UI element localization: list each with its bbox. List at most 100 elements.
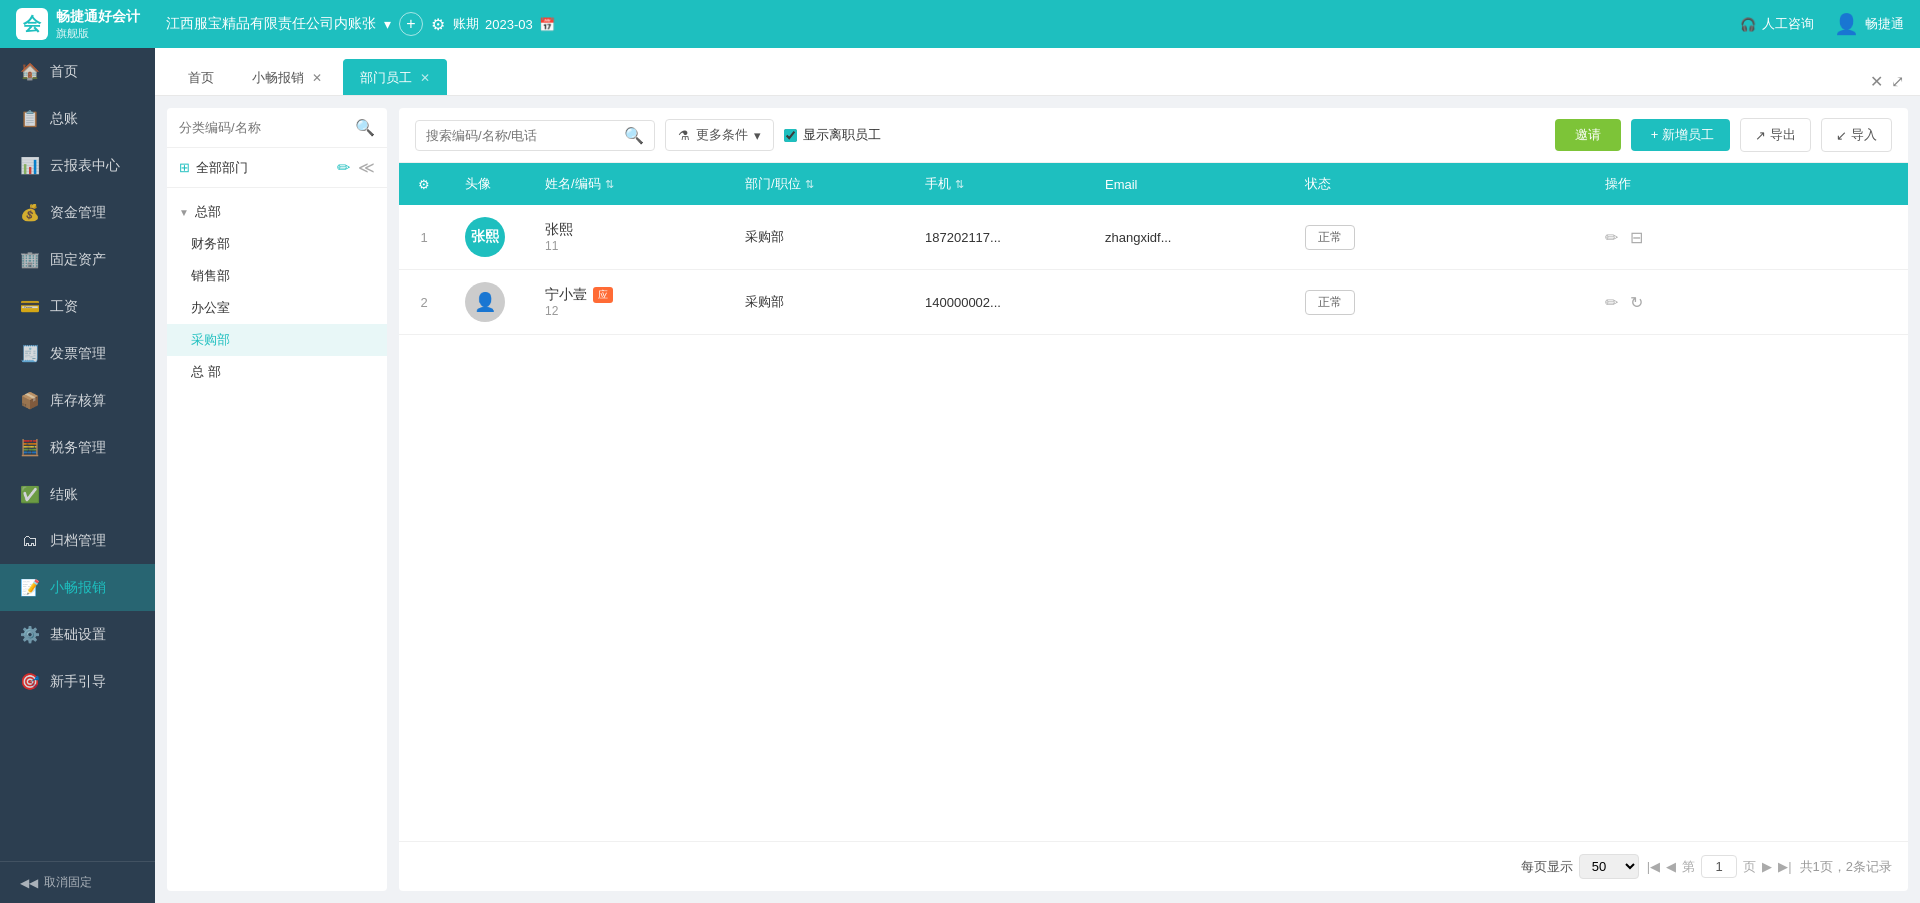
- next-page-icon[interactable]: ▶: [1762, 859, 1772, 874]
- sidebar-item-tax[interactable]: 🧮 税务管理: [0, 424, 155, 471]
- dept-item-headquarter[interactable]: ▼ 总部: [167, 196, 387, 228]
- company-name: 江西服宝精品有限责任公司内账张: [166, 15, 376, 33]
- last-page-icon[interactable]: ▶|: [1778, 859, 1791, 874]
- search-icon[interactable]: 🔍: [624, 126, 644, 145]
- import-icon: ↙: [1836, 128, 1847, 143]
- sidebar-item-archive[interactable]: 🗂 归档管理: [0, 518, 155, 564]
- page-total-label: 共1页，2条记录: [1800, 858, 1892, 876]
- tab-employees-label: 部门员工: [360, 69, 412, 87]
- email-cell-1: zhangxidf...: [1089, 205, 1289, 270]
- payroll-icon: 💳: [20, 297, 40, 316]
- calendar-icon[interactable]: 📅: [539, 17, 555, 32]
- sidebar-item-expense[interactable]: 📝 小畅报销: [0, 564, 155, 611]
- sidebar-label-inventory: 库存核算: [50, 392, 106, 410]
- sidebar-item-settings[interactable]: ⚙️ 基础设置: [0, 611, 155, 658]
- close-all-icon[interactable]: ✕: [1870, 72, 1883, 91]
- right-toolbar: 🔍 ⚗ 更多条件 ▾ 显示离职员工 邀请: [399, 108, 1908, 163]
- edit-dept-icon[interactable]: ✏: [337, 158, 350, 177]
- col-name-code[interactable]: 姓名/编码 ⇅: [529, 163, 729, 205]
- sidebar-item-closing[interactable]: ✅ 结账: [0, 471, 155, 518]
- employee-dept-1: 采购部: [745, 229, 784, 244]
- edit-employee-2-icon[interactable]: ✏: [1605, 293, 1618, 312]
- import-button[interactable]: ↙ 导入: [1821, 118, 1892, 152]
- tab-expense-close-icon[interactable]: ✕: [312, 71, 322, 85]
- export-button[interactable]: ↗ 导出: [1740, 118, 1811, 152]
- tab-employees-close-icon[interactable]: ✕: [420, 71, 430, 85]
- employee-email-1: zhangxidf...: [1105, 230, 1172, 245]
- logo-area: 会 畅捷通好会计 旗舰版: [16, 8, 166, 41]
- prev-page-icon[interactable]: ◀: [1666, 859, 1676, 874]
- row-num-2: 2: [399, 270, 449, 335]
- employee-badge-2: 应: [593, 287, 613, 303]
- reports-icon: 📊: [20, 156, 40, 175]
- col-settings[interactable]: ⚙: [399, 163, 449, 205]
- sidebar-item-ledger[interactable]: 📋 总账: [0, 95, 155, 142]
- show-resigned-checkbox[interactable]: [784, 129, 797, 142]
- employee-phone-2: 140000002...: [925, 295, 1001, 310]
- page-suffix-label: 页: [1743, 858, 1756, 876]
- tab-home[interactable]: 首页: [171, 59, 231, 95]
- sidebar-label-expense: 小畅报销: [50, 579, 106, 597]
- refresh-employee-2-icon[interactable]: ↻: [1630, 293, 1643, 312]
- col-phone[interactable]: 手机 ⇅: [909, 163, 1089, 205]
- right-panel: 🔍 ⚗ 更多条件 ▾ 显示离职员工 邀请: [399, 108, 1908, 891]
- tab-employees[interactable]: 部门员工 ✕: [343, 59, 447, 95]
- sidebar-item-payroll[interactable]: 💳 工资: [0, 283, 155, 330]
- tab-expense-label: 小畅报销: [252, 69, 304, 87]
- sidebar-label-home: 首页: [50, 63, 78, 81]
- employee-search-input[interactable]: [426, 128, 618, 143]
- dept-cell-1: 采购部: [729, 205, 909, 270]
- dept-item-sales-label: 销售部: [191, 267, 230, 285]
- dept-search-icon[interactable]: 🔍: [355, 118, 375, 137]
- sidebar-item-inventory[interactable]: 📦 库存核算: [0, 377, 155, 424]
- sidebar-item-invoice[interactable]: 🧾 发票管理: [0, 330, 155, 377]
- edit-employee-1-icon[interactable]: ✏: [1605, 228, 1618, 247]
- settings-icon[interactable]: ⚙: [431, 15, 445, 34]
- sidebar-item-funds[interactable]: 💰 资金管理: [0, 189, 155, 236]
- status-badge-1: 正常: [1305, 225, 1355, 250]
- sidebar-item-reports[interactable]: 📊 云报表中心: [0, 142, 155, 189]
- sidebar-label-closing: 结账: [50, 486, 78, 504]
- ai-consult-button[interactable]: 🎧 人工咨询: [1740, 15, 1814, 33]
- logout-employee-1-icon[interactable]: ⊟: [1630, 228, 1643, 247]
- company-selector[interactable]: 江西服宝精品有限责任公司内账张 ▾ + ⚙ 账期 2023-03 📅: [166, 12, 1740, 36]
- period-area: 账期 2023-03 📅: [453, 15, 555, 33]
- user-avatar-icon: 👤: [1834, 12, 1859, 36]
- invite-button[interactable]: 邀请: [1555, 119, 1621, 151]
- filter-button[interactable]: ⚗ 更多条件 ▾: [665, 119, 774, 151]
- first-page-icon[interactable]: |◀: [1647, 859, 1660, 874]
- dept-item-purchasing[interactable]: 采购部: [167, 324, 387, 356]
- add-employee-button[interactable]: + 新增员工: [1631, 119, 1730, 151]
- dept-item-finance[interactable]: 财务部: [167, 228, 387, 260]
- col-actions: 操作: [1589, 163, 1908, 205]
- page-nav: |◀ ◀ 第 1 页 ▶ ▶|: [1647, 855, 1792, 878]
- sidebar-item-home[interactable]: 🏠 首页: [0, 48, 155, 95]
- sidebar-label-tax: 税务管理: [50, 439, 106, 457]
- sidebar-label-guide: 新手引导: [50, 673, 106, 691]
- add-company-button[interactable]: +: [399, 12, 423, 36]
- sidebar-item-guide[interactable]: 🎯 新手引导: [0, 658, 155, 705]
- dept-item-sales[interactable]: 销售部: [167, 260, 387, 292]
- collapse-dept-icon[interactable]: ≪: [358, 158, 375, 177]
- user-menu[interactable]: 👤 畅捷通: [1834, 12, 1904, 36]
- export-label: 导出: [1770, 126, 1796, 144]
- dept-item-headquarter2[interactable]: 总 部: [167, 356, 387, 388]
- current-page-input[interactable]: 1: [1701, 855, 1737, 878]
- col-dept[interactable]: 部门/职位 ⇅: [729, 163, 909, 205]
- dept-item-office[interactable]: 办公室: [167, 292, 387, 324]
- expand-icon[interactable]: ⤢: [1891, 72, 1904, 91]
- sidebar: 🏠 首页 📋 总账 📊 云报表中心 💰 资金管理 🏢 固定资产 💳 工资 🧾 发…: [0, 48, 155, 903]
- name-code-cell-1: 张熙 11: [529, 205, 729, 270]
- tab-expense[interactable]: 小畅报销 ✕: [235, 59, 339, 95]
- chevron-down-icon: ▼: [179, 207, 189, 218]
- sidebar-label-invoice: 发票管理: [50, 345, 106, 363]
- logo-text: 畅捷通好会计: [56, 8, 140, 26]
- per-page-select[interactable]: 50 100 200: [1579, 854, 1639, 879]
- dept-search-input[interactable]: [179, 120, 347, 135]
- cancel-fixed-button[interactable]: ◀◀ 取消固定: [0, 861, 155, 903]
- sidebar-item-assets[interactable]: 🏢 固定资产: [0, 236, 155, 283]
- table-row: 1 张熙 张熙 11: [399, 205, 1908, 270]
- show-resigned-checkbox-label[interactable]: 显示离职员工: [784, 126, 881, 144]
- all-dept-label[interactable]: ⊞ 全部部门: [179, 159, 248, 177]
- company-dropdown-icon[interactable]: ▾: [384, 16, 391, 32]
